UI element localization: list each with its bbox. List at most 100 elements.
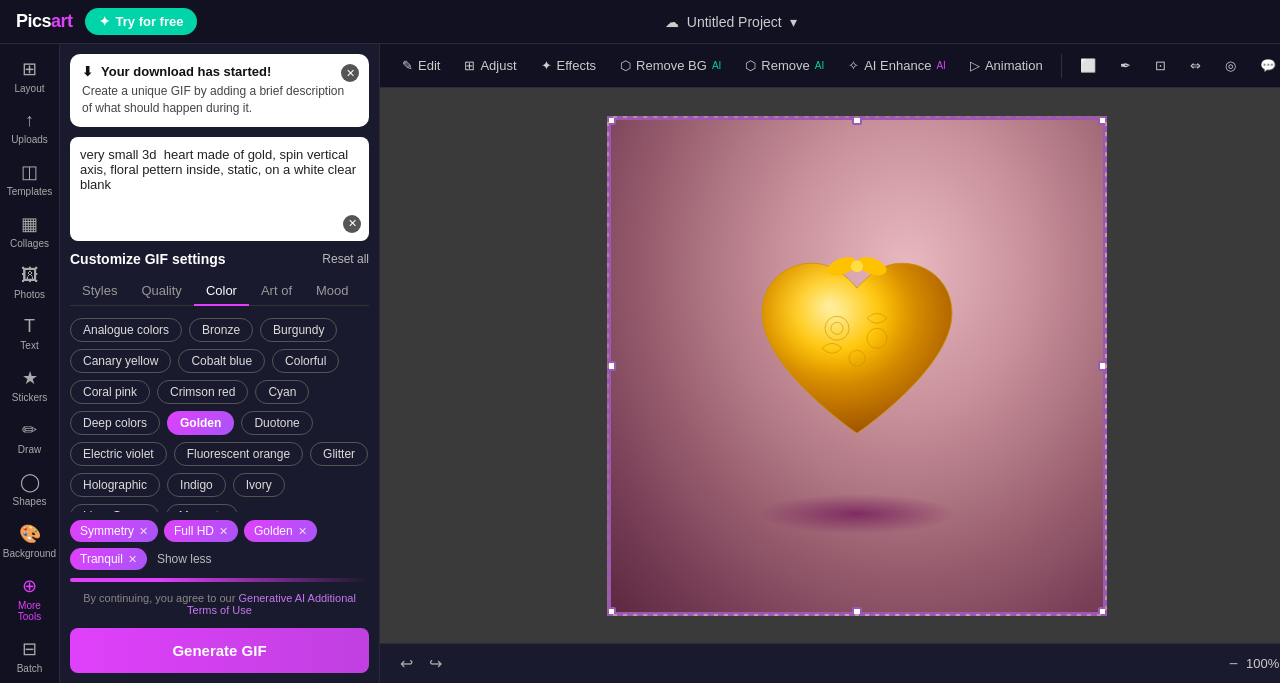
pen-tool-button[interactable]: ✒	[1110, 53, 1141, 78]
color-tag-cyan[interactable]: Cyan	[255, 380, 309, 404]
speech-bubble-button[interactable]: 💬	[1250, 53, 1280, 78]
redo-button[interactable]: ↪	[425, 650, 446, 677]
tab-styles[interactable]: Styles	[70, 277, 129, 306]
sidebar-label-more: More Tools	[8, 600, 52, 622]
undo-redo-group: ↩ ↪	[396, 650, 446, 677]
remove-tag-symmetry-button[interactable]: ✕	[139, 525, 148, 538]
tab-mood[interactable]: Mood	[304, 277, 361, 306]
edit-toolbar: ✎ Edit ⊞ Adjust ✦ Effects ⬡ Remove BG AI…	[380, 44, 1280, 88]
animation-button[interactable]: ▷ Animation	[960, 53, 1053, 78]
adjust-label: Adjust	[480, 58, 516, 73]
sidebar-item-background[interactable]: 🎨 Background	[4, 517, 56, 565]
try-free-button[interactable]: ✦ Try for free	[85, 8, 198, 35]
sidebar-item-text[interactable]: T Text	[4, 310, 56, 357]
sidebar-label-templates: Templates	[7, 186, 53, 197]
zoom-out-button[interactable]: −	[1229, 655, 1238, 673]
color-tag-colorful[interactable]: Colorful	[272, 349, 339, 373]
reset-all-button[interactable]: Reset all	[322, 252, 369, 266]
tab-quality[interactable]: Quality	[129, 277, 193, 306]
toolbar-divider-1	[1061, 54, 1062, 78]
color-tag-coral-pink[interactable]: Coral pink	[70, 380, 150, 404]
color-tag-glitter[interactable]: Glitter	[310, 442, 368, 466]
zoom-controls: − 100% + ⚙	[1229, 654, 1280, 673]
background-icon: 🎨	[19, 523, 41, 545]
color-tag-lime-green[interactable]: Lime Green	[70, 504, 159, 512]
bottom-toolbar: ↩ ↪ − 100% + ⚙	[380, 643, 1280, 683]
color-tag-deep-colors[interactable]: Deep colors	[70, 411, 160, 435]
tab-artof[interactable]: Art of	[249, 277, 304, 306]
sidebar-item-stickers[interactable]: ★ Stickers	[4, 361, 56, 409]
sparkle-icon: ✦	[99, 14, 110, 29]
ai-enhance-label: AI Enhance	[864, 58, 931, 73]
clear-prompt-button[interactable]: ✕	[343, 215, 361, 233]
close-notification-button[interactable]: ✕	[341, 64, 359, 82]
color-tag-bronze[interactable]: Bronze	[189, 318, 253, 342]
color-tag-cobalt-blue[interactable]: Cobalt blue	[178, 349, 265, 373]
edit-button[interactable]: ✎ Edit	[392, 53, 450, 78]
left-panel: ⬇ Your download has started! Create a un…	[60, 44, 380, 683]
project-title-area[interactable]: ☁ Untitled Project ▾	[665, 14, 797, 30]
undo-button[interactable]: ↩	[396, 650, 417, 677]
tab-quality-label: Quality	[141, 283, 181, 298]
color-tag-indigo[interactable]: Indigo	[167, 473, 226, 497]
notification-header: ⬇ Your download has started!	[82, 64, 357, 79]
remove-tag-full hd-button[interactable]: ✕	[219, 525, 228, 538]
color-tag-holographic[interactable]: Holographic	[70, 473, 160, 497]
sidebar-label-layout: Layout	[14, 83, 44, 94]
edit-icon: ✎	[402, 58, 413, 73]
zoom-value: 100%	[1246, 656, 1279, 671]
try-free-label: Try for free	[116, 14, 184, 29]
remove-tag-golden-button[interactable]: ✕	[298, 525, 307, 538]
canvas-inner: ↻	[607, 116, 1107, 616]
sidebar-item-templates[interactable]: ◫ Templates	[4, 155, 56, 203]
color-tag-golden[interactable]: Golden	[167, 411, 234, 435]
sidebar-item-shapes[interactable]: ◯ Shapes	[4, 465, 56, 513]
effects-button[interactable]: ✦ Effects	[531, 53, 607, 78]
sidebar-label-shapes: Shapes	[13, 496, 47, 507]
select-tool-button[interactable]: ⬜	[1070, 53, 1106, 78]
prompt-textarea[interactable]: very small 3d heart made of gold, spin v…	[80, 147, 359, 227]
color-tag-fluorescent-orange[interactable]: Fluorescent orange	[174, 442, 303, 466]
color-tag-magenta[interactable]: Magenta	[166, 504, 239, 512]
animation-label: Animation	[985, 58, 1043, 73]
color-tag-burgundy[interactable]: Burgundy	[260, 318, 337, 342]
adjust-button[interactable]: ⊞ Adjust	[454, 53, 526, 78]
terms-text: By continuing, you agree to our Generati…	[60, 586, 379, 622]
remove-tag-tranquil-button[interactable]: ✕	[128, 553, 137, 566]
color-tag-crimson-red[interactable]: Crimson red	[157, 380, 248, 404]
remove-label: Remove	[761, 58, 809, 73]
sidebar-item-collages[interactable]: ▦ Collages	[4, 207, 56, 255]
sidebar-item-more[interactable]: ⊕ More Tools	[4, 569, 56, 628]
sidebar-item-uploads[interactable]: ↑ Uploads	[4, 104, 56, 151]
draw-icon: ✏	[22, 419, 37, 441]
sidebar-label-uploads: Uploads	[11, 134, 48, 145]
flip-tool-button[interactable]: ⇔	[1180, 53, 1211, 78]
color-tag-canary-yellow[interactable]: Canary yellow	[70, 349, 171, 373]
show-less-button[interactable]: Show less	[153, 548, 216, 570]
tab-mood-label: Mood	[316, 283, 349, 298]
selected-tag-label: Full HD	[174, 524, 214, 538]
color-tag-analogue-colors[interactable]: Analogue colors	[70, 318, 182, 342]
generate-gif-button[interactable]: Generate GIF	[70, 628, 369, 673]
crop-tool-button[interactable]: ⊡	[1145, 53, 1176, 78]
color-tag-duotone[interactable]: Duotone	[241, 411, 312, 435]
sidebar-item-batch[interactable]: ⊟ Batch	[4, 632, 56, 680]
select-icon: ⬜	[1080, 58, 1096, 73]
batch-icon: ⊟	[22, 638, 37, 660]
icon-sidebar: ⊞ Layout ↑ Uploads ◫ Templates ▦ Collage…	[0, 44, 60, 683]
color-tag-ivory[interactable]: Ivory	[233, 473, 285, 497]
sidebar-item-photos[interactable]: 🖼 Photos	[4, 259, 56, 306]
picsart-logo: Picsart	[16, 11, 73, 32]
canvas-container[interactable]: ↻	[380, 88, 1280, 643]
circle-tool-button[interactable]: ◎	[1215, 53, 1246, 78]
circle-icon: ◎	[1225, 58, 1236, 73]
remove-button[interactable]: ⬡ Remove AI	[735, 53, 834, 78]
sidebar-item-layout[interactable]: ⊞ Layout	[4, 52, 56, 100]
customize-header: Customize GIF settings Reset all	[70, 251, 369, 267]
color-tag-electric-violet[interactable]: Electric violet	[70, 442, 167, 466]
remove-bg-button[interactable]: ⬡ Remove BG AI	[610, 53, 731, 78]
sidebar-item-draw[interactable]: ✏ Draw	[4, 413, 56, 461]
ai-enhance-button[interactable]: ✧ AI Enhance AI	[838, 53, 956, 78]
tab-color[interactable]: Color	[194, 277, 249, 306]
canvas-image: ↻	[607, 116, 1107, 616]
